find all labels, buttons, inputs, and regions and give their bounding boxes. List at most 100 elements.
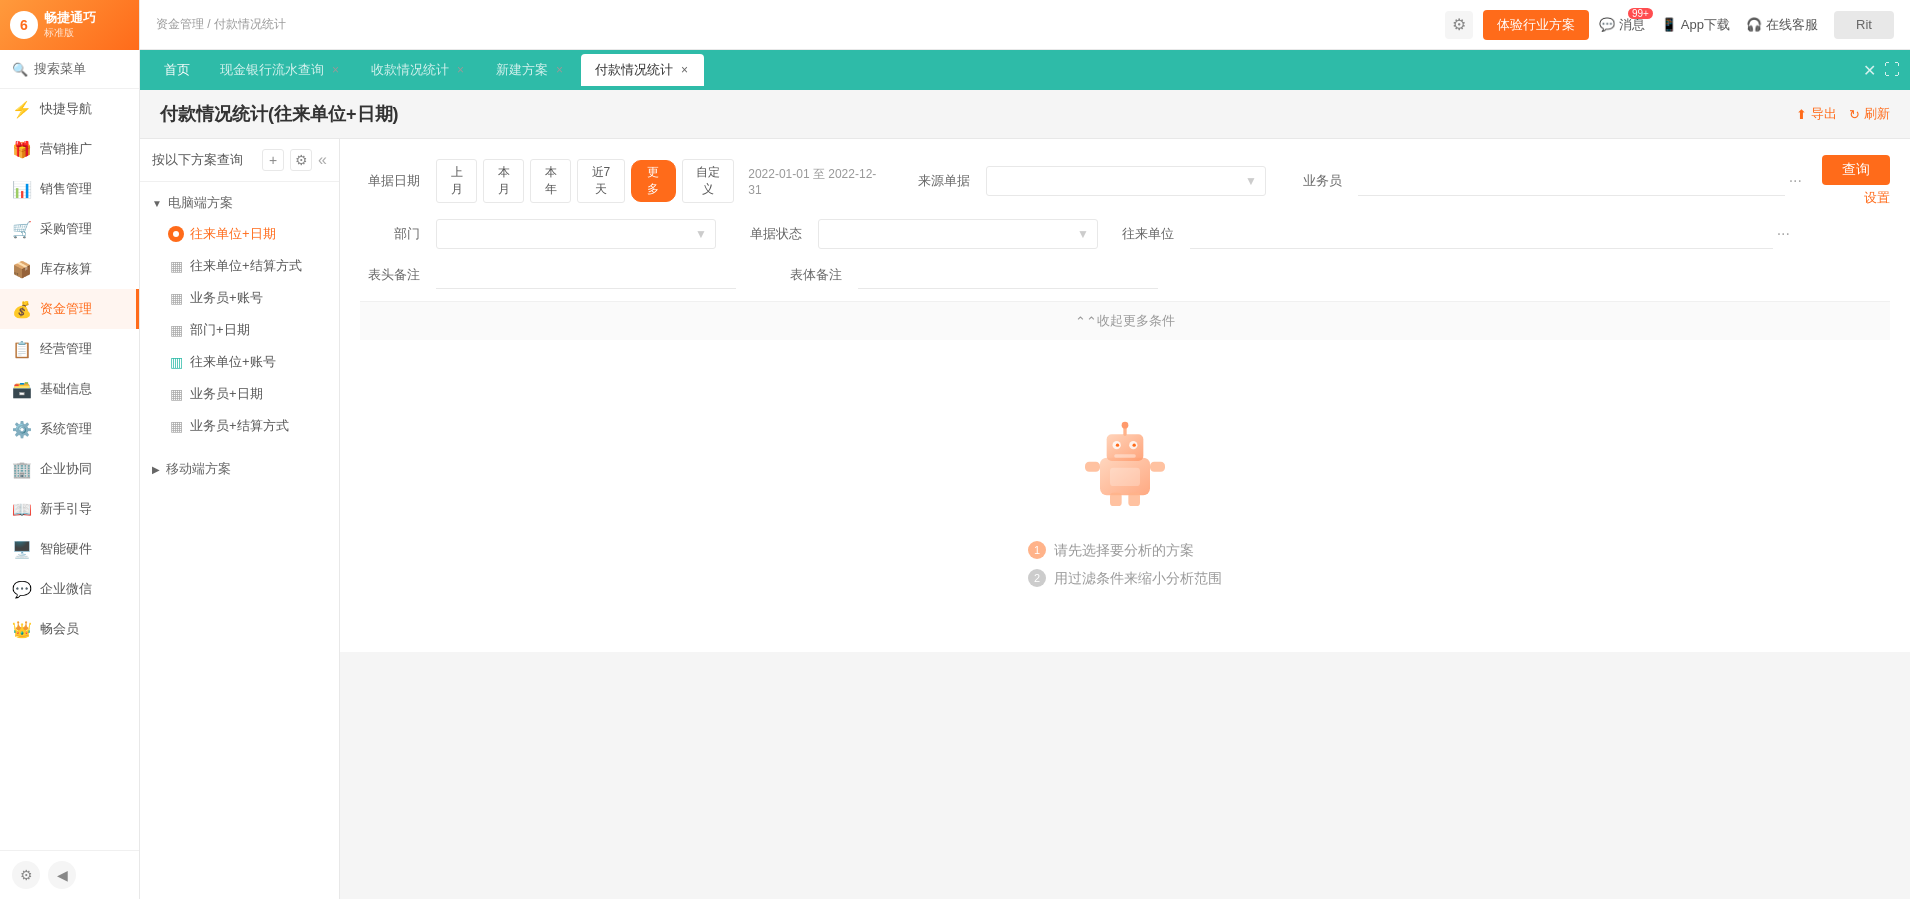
export-icon: ⬆ [1796, 107, 1807, 122]
message-icon: 💬 [1599, 17, 1615, 32]
refresh-button[interactable]: ↻ 刷新 [1849, 105, 1890, 123]
sidebar-footer: ⚙ ◀ [0, 850, 139, 899]
doc-status-select[interactable]: ▼ [818, 219, 1098, 249]
add-scheme-button[interactable]: + [262, 149, 284, 171]
page-content: 付款情况统计(往来单位+日期) ⬆ 导出 ↻ 刷新 按以下方案查询 [140, 90, 1910, 899]
tab-cash-flow[interactable]: 现金银行流水查询 × [206, 54, 355, 86]
scheme-item-unit-date[interactable]: 往来单位+日期 [140, 218, 339, 250]
scheme-item-unit-settlement[interactable]: ▦ 往来单位+结算方式 [140, 250, 339, 282]
filter-row-2: 部门 ▼ 单据状态 ▼ 往来单位 ··· [360, 219, 1890, 249]
tab-receipt-stat-close[interactable]: × [455, 62, 466, 78]
trial-button[interactable]: 体验行业方案 [1483, 10, 1589, 40]
pc-group-arrow: ▼ [152, 198, 162, 209]
sidebar-collapse-button[interactable]: ◀ [48, 861, 76, 889]
page-title: 付款情况统计(往来单位+日期) [160, 102, 399, 126]
tab-new-scheme-close[interactable]: × [554, 62, 565, 78]
sidebar-item-purchase[interactable]: 🛒 采购管理 [0, 209, 139, 249]
export-button[interactable]: ⬆ 导出 [1796, 105, 1837, 123]
sidebar-item-operation[interactable]: 📋 经营管理 [0, 329, 139, 369]
sidebar-item-vip[interactable]: 👑 畅会员 [0, 609, 139, 649]
date-last-month[interactable]: 上月 [436, 159, 477, 203]
collapse-more-button[interactable]: ⌃⌃ 收起更多条件 [360, 301, 1890, 340]
table-icon-3: ▦ [168, 322, 184, 338]
table-icon-2: ▦ [168, 290, 184, 306]
date-label: 单据日期 [360, 172, 420, 190]
salesman-ellipsis[interactable]: ··· [1785, 172, 1806, 190]
sidebar-item-hardware[interactable]: 🖥️ 智能硬件 [0, 529, 139, 569]
source-label: 来源单据 [900, 172, 970, 190]
sidebar-item-system[interactable]: ⚙️ 系统管理 [0, 409, 139, 449]
source-select[interactable]: ▼ [986, 166, 1266, 196]
tab-payment-stat[interactable]: 付款情况统计 × [581, 54, 704, 86]
sidebar-item-wechat[interactable]: 💬 企业微信 [0, 569, 139, 609]
sidebar-item-quick-nav[interactable]: ⚡ 快捷导航 [0, 89, 139, 129]
scheme-item-staff-settlement[interactable]: ▦ 业务员+结算方式 [140, 410, 339, 442]
sidebar-item-marketing[interactable]: 🎁 营销推广 [0, 129, 139, 169]
tab-receipt-stat[interactable]: 收款情况统计 × [357, 54, 480, 86]
expand-button[interactable]: ⛶ [1884, 61, 1900, 79]
scheme-actions: + ⚙ « [262, 149, 327, 171]
date-custom[interactable]: 自定义 [682, 159, 735, 203]
scheme-item-staff-account[interactable]: ▦ 业务员+账号 [140, 282, 339, 314]
empty-state: 1 请先选择要分析的方案 2 用过滤条件来缩小分析范围 [340, 356, 1910, 652]
sidebar-item-guide[interactable]: 📖 新手引导 [0, 489, 139, 529]
sidebar-item-sales[interactable]: 📊 销售管理 [0, 169, 139, 209]
tab-new-scheme[interactable]: 新建方案 × [482, 54, 579, 86]
settings-link[interactable]: 设置 [1864, 189, 1890, 207]
date-last-7-days[interactable]: 近7天 [577, 159, 624, 203]
svg-rect-12 [1128, 493, 1140, 506]
topbar-settings-button[interactable]: ⚙ [1445, 11, 1473, 39]
message-button[interactable]: 💬 消息 99+ [1599, 16, 1645, 34]
date-this-month[interactable]: 本月 [483, 159, 524, 203]
table-header-note-input[interactable] [436, 261, 736, 289]
topbar: 资金管理 / 付款情况统计 ⚙ 体验行业方案 💬 消息 99+ 📱 App下载 … [140, 0, 1910, 50]
sidebar-item-enterprise[interactable]: 🏢 企业协同 [0, 449, 139, 489]
scheme-collapse-button[interactable]: « [318, 151, 327, 169]
sidebar-item-basic[interactable]: 🗃️ 基础信息 [0, 369, 139, 409]
doc-status-arrow: ▼ [1077, 227, 1089, 241]
mobile-scheme-group-title[interactable]: ▶ 移动端方案 [140, 454, 339, 484]
tab-payment-stat-close[interactable]: × [679, 62, 690, 78]
date-more[interactable]: 更多 [631, 160, 676, 202]
scheme-item-dept-date[interactable]: ▦ 部门+日期 [140, 314, 339, 346]
settings-icon: ⚙ [1452, 15, 1466, 34]
date-group: 上月 本月 本年 近7天 更多 自定义 2022-01-01 至 2022-12… [436, 159, 884, 203]
sidebar-item-inventory[interactable]: 📦 库存核算 [0, 249, 139, 289]
pc-scheme-group-title[interactable]: ▼ 电脑端方案 [140, 188, 339, 218]
sidebar-settings-button[interactable]: ⚙ [12, 861, 40, 889]
filter-main: 单据日期 上月 本月 本年 近7天 更多 自定义 2022-01-01 至 20… [340, 139, 1910, 899]
mobile-scheme-group: ▶ 移动端方案 [140, 448, 339, 490]
sidebar-item-capital[interactable]: 💰 资金管理 [0, 289, 139, 329]
logo-icon: 6 [10, 11, 38, 39]
date-range-display: 2022-01-01 至 2022-12-31 [748, 166, 884, 197]
date-this-year[interactable]: 本年 [530, 159, 571, 203]
operation-icon: 📋 [12, 339, 32, 359]
salesman-input[interactable] [1358, 166, 1785, 196]
user-avatar[interactable]: Rit [1834, 11, 1894, 39]
table-body-note-input[interactable] [858, 261, 1158, 289]
related-unit-ellipsis[interactable]: ··· [1773, 225, 1794, 243]
app-download-button[interactable]: 📱 App下载 [1661, 16, 1730, 34]
layout-body: 按以下方案查询 + ⚙ « ▼ 电脑端方案 [140, 139, 1910, 899]
table-icon-4: ▦ [168, 386, 184, 402]
table-header-note-label: 表头备注 [360, 266, 420, 284]
inventory-icon: 📦 [12, 259, 32, 279]
related-unit-input[interactable] [1190, 219, 1773, 249]
svg-point-7 [1122, 422, 1129, 429]
dept-select[interactable]: ▼ [436, 219, 716, 249]
scheme-settings-button[interactable]: ⚙ [290, 149, 312, 171]
tip-item-1: 1 请先选择要分析的方案 [1028, 536, 1222, 564]
dept-select-arrow: ▼ [695, 227, 707, 241]
online-service-button[interactable]: 🎧 在线客服 [1746, 16, 1818, 34]
chart-icon: ▥ [168, 354, 184, 370]
close-all-button[interactable]: ✕ [1863, 61, 1876, 80]
scheme-item-unit-account[interactable]: ▥ 往来单位+账号 [140, 346, 339, 378]
page-actions: ⬆ 导出 ↻ 刷新 [1796, 105, 1890, 123]
tab-home[interactable]: 首页 [150, 54, 204, 86]
search-menu[interactable]: 🔍 搜索菜单 [0, 50, 139, 89]
vip-icon: 👑 [12, 619, 32, 639]
query-button[interactable]: 查询 [1822, 155, 1890, 185]
tab-cash-flow-close[interactable]: × [330, 62, 341, 78]
topbar-right: 💬 消息 99+ 📱 App下载 🎧 在线客服 Rit [1599, 11, 1894, 39]
scheme-item-staff-date[interactable]: ▦ 业务员+日期 [140, 378, 339, 410]
